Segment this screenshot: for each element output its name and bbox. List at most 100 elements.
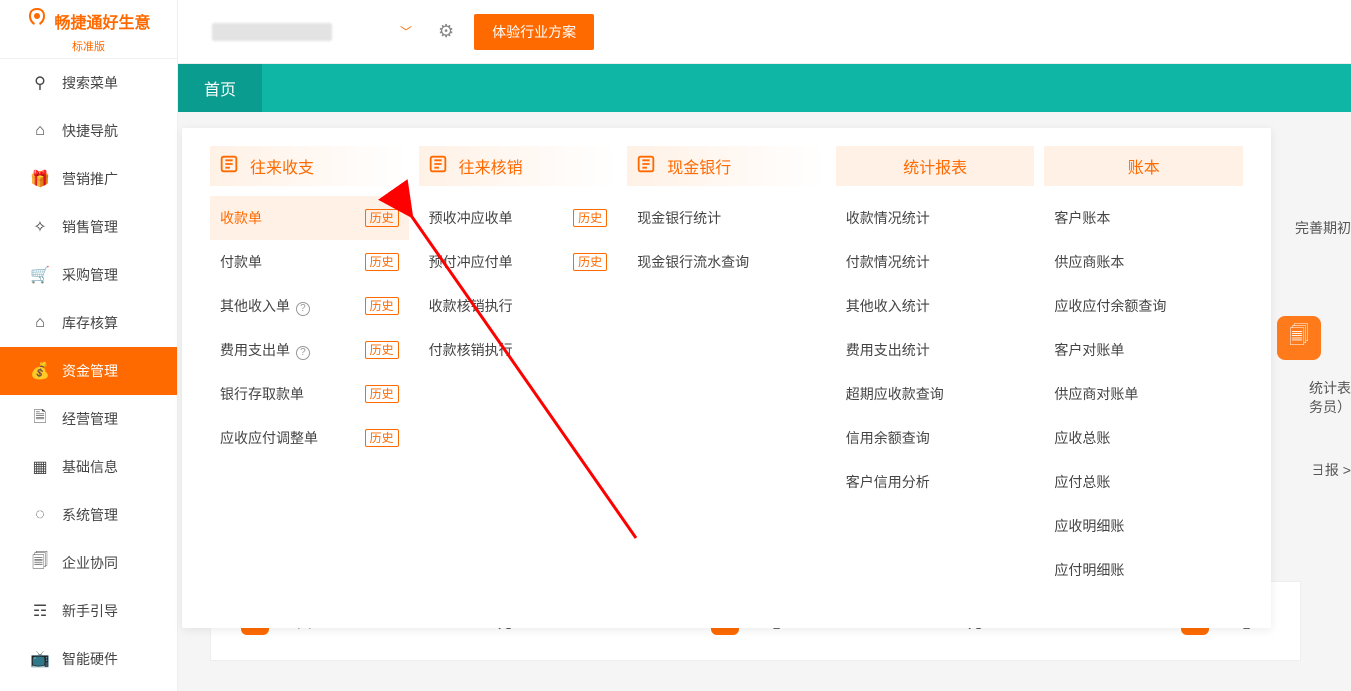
- peek-text-2b: 务员）: [1309, 397, 1351, 417]
- sidebar-item-10[interactable]: 🗐企业协同: [0, 539, 177, 587]
- mega-column-0: 往来收支收款单历史付款单历史其他收入单 ?历史费用支出单 ?历史银行存取款单历史…: [210, 146, 409, 592]
- sidebar: 畅捷通好生意 标准版 ⚲ 搜索菜单 ⌂快捷导航🎁营销推广✧销售管理🛒采购管理⌂库存核…: [0, 0, 178, 691]
- peek-text-3: ∃报 >: [1311, 460, 1351, 480]
- mega-item[interactable]: 付款情况统计: [836, 240, 1035, 284]
- sidebar-item-12[interactable]: 📺 智能硬件: [0, 635, 177, 683]
- mega-item-label: 其他收入单 ?: [220, 296, 310, 316]
- mega-item-label: 现金银行流水查询: [637, 252, 749, 272]
- mega-item-label: 费用支出统计: [846, 340, 930, 360]
- history-badge[interactable]: 历史: [365, 209, 399, 227]
- mega-item[interactable]: 预付冲应付单历史: [419, 240, 618, 284]
- mega-item[interactable]: 现金银行统计: [627, 196, 826, 240]
- brand-title: 畅捷通好生意: [54, 9, 150, 33]
- mega-item[interactable]: 其他收入单 ? 历史: [210, 284, 409, 328]
- mega-item[interactable]: 应收总账: [1044, 416, 1243, 460]
- history-badge[interactable]: 历史: [573, 253, 607, 271]
- mega-column-3: 统计报表收款情况统计付款情况统计其他收入统计费用支出统计超期应收款查询信用余额查…: [836, 146, 1035, 592]
- column-icon: [635, 153, 657, 180]
- mega-item[interactable]: 收款核销执行: [419, 284, 618, 328]
- mega-item-label: 应付总账: [1054, 472, 1110, 492]
- mega-column-header: 往来核销: [419, 146, 618, 186]
- industry-plan-button[interactable]: 体验行业方案: [474, 14, 594, 50]
- mega-item-label: 现金银行统计: [637, 208, 721, 228]
- mega-item[interactable]: 收款单历史: [210, 196, 409, 240]
- nav-label: 快捷导航: [62, 121, 118, 141]
- history-badge[interactable]: 历史: [573, 209, 607, 227]
- mega-item-label: 银行存取款单: [220, 384, 304, 404]
- mega-item[interactable]: 收款情况统计: [836, 196, 1035, 240]
- nav-icon: 🗎: [30, 406, 50, 433]
- brand: 畅捷通好生意 标准版: [0, 0, 177, 59]
- mega-item-label: 收款核销执行: [429, 296, 513, 316]
- mega-item[interactable]: 供应商对账单: [1044, 372, 1243, 416]
- help-icon[interactable]: ?: [296, 346, 310, 360]
- sidebar-item-5[interactable]: ⌂库存核算: [0, 299, 177, 347]
- history-badge[interactable]: 历史: [365, 429, 399, 447]
- mega-item-label: 应收明细账: [1054, 516, 1124, 536]
- nav-icon: 🛒: [30, 265, 50, 285]
- sidebar-item-2[interactable]: 🎁营销推广: [0, 155, 177, 203]
- sidebar-item-0[interactable]: ⚲ 搜索菜单: [0, 59, 177, 107]
- brand-subtitle: 标准版: [72, 38, 105, 54]
- topbar: ﹀ ⚙ 体验行业方案: [178, 0, 1351, 64]
- mega-item[interactable]: 应付总账: [1044, 460, 1243, 504]
- sidebar-item-7[interactable]: 🗎经营管理: [0, 395, 177, 443]
- org-name-redacted: [212, 23, 332, 41]
- chevron-down-icon: ﹀: [400, 23, 412, 40]
- nav-icon: ⚲: [30, 73, 50, 93]
- mega-item[interactable]: 现金银行流水查询: [627, 240, 826, 284]
- mega-item[interactable]: 其他收入统计: [836, 284, 1035, 328]
- history-badge[interactable]: 历史: [365, 385, 399, 403]
- mega-item[interactable]: 应收明细账: [1044, 504, 1243, 548]
- gear-icon[interactable]: ⚙: [438, 21, 454, 42]
- mega-item[interactable]: 应付明细账: [1044, 548, 1243, 592]
- history-badge[interactable]: 历史: [365, 341, 399, 359]
- sidebar-item-8[interactable]: ▦基础信息: [0, 443, 177, 491]
- nav-label: 系统管理: [62, 505, 118, 525]
- mega-item[interactable]: 应收应付余额查询: [1044, 284, 1243, 328]
- mega-item-label: 客户对账单: [1054, 340, 1124, 360]
- nav-icon: 💰: [30, 361, 50, 381]
- sidebar-item-3[interactable]: ✧销售管理: [0, 203, 177, 251]
- history-badge[interactable]: 历史: [365, 297, 399, 315]
- mega-item-label: 付款情况统计: [846, 252, 930, 272]
- sidebar-item-11[interactable]: ☶新手引导: [0, 587, 177, 635]
- mega-column-header: 往来收支: [210, 146, 409, 186]
- mega-item[interactable]: 应收应付调整单历史: [210, 416, 409, 460]
- column-icon: [218, 153, 240, 180]
- mega-item[interactable]: 超期应收款查询: [836, 372, 1035, 416]
- mega-item[interactable]: 费用支出单 ? 历史: [210, 328, 409, 372]
- mega-column-header: 账本: [1044, 146, 1243, 186]
- mega-item[interactable]: 银行存取款单 历史: [210, 372, 409, 416]
- nav-icon: 📺: [30, 649, 50, 669]
- tab-home[interactable]: 首页: [178, 64, 262, 112]
- nav-label: 搜索菜单: [62, 73, 118, 93]
- mega-item[interactable]: 客户账本: [1044, 196, 1243, 240]
- mega-item[interactable]: 付款核销执行: [419, 328, 618, 372]
- history-badge[interactable]: 历史: [365, 253, 399, 271]
- peek-text-2a: 统计表: [1309, 378, 1351, 398]
- sidebar-item-6[interactable]: 💰资金管理: [0, 347, 177, 395]
- mega-item[interactable]: 供应商账本: [1044, 240, 1243, 284]
- mega-item[interactable]: 信用余额查询: [836, 416, 1035, 460]
- tabbar: 首页: [178, 64, 1351, 112]
- report-icon[interactable]: 🗐: [1277, 316, 1321, 360]
- mega-item[interactable]: 费用支出统计: [836, 328, 1035, 372]
- mega-item[interactable]: 客户信用分析: [836, 460, 1035, 504]
- sidebar-item-1[interactable]: ⌂快捷导航: [0, 107, 177, 155]
- mega-item[interactable]: 客户对账单: [1044, 328, 1243, 372]
- nav-icon: ◌: [30, 506, 50, 524]
- mega-column-header: 现金银行: [627, 146, 826, 186]
- mega-item-label: 收款情况统计: [846, 208, 930, 228]
- mega-item-label: 费用支出单 ?: [220, 340, 310, 360]
- mega-item[interactable]: 付款单历史: [210, 240, 409, 284]
- sidebar-item-9[interactable]: ◌ 系统管理: [0, 491, 177, 539]
- mega-item[interactable]: 预收冲应收单历史: [419, 196, 618, 240]
- org-selector[interactable]: ﹀: [198, 14, 426, 50]
- mega-item-label: 信用余额查询: [846, 428, 930, 448]
- mega-column-1: 往来核销预收冲应收单历史预付冲应付单历史收款核销执行付款核销执行: [419, 146, 618, 592]
- sidebar-item-4[interactable]: 🛒采购管理: [0, 251, 177, 299]
- mega-item-label: 付款核销执行: [429, 340, 513, 360]
- nav-label: 智能硬件: [62, 649, 118, 669]
- help-icon[interactable]: ?: [296, 302, 310, 316]
